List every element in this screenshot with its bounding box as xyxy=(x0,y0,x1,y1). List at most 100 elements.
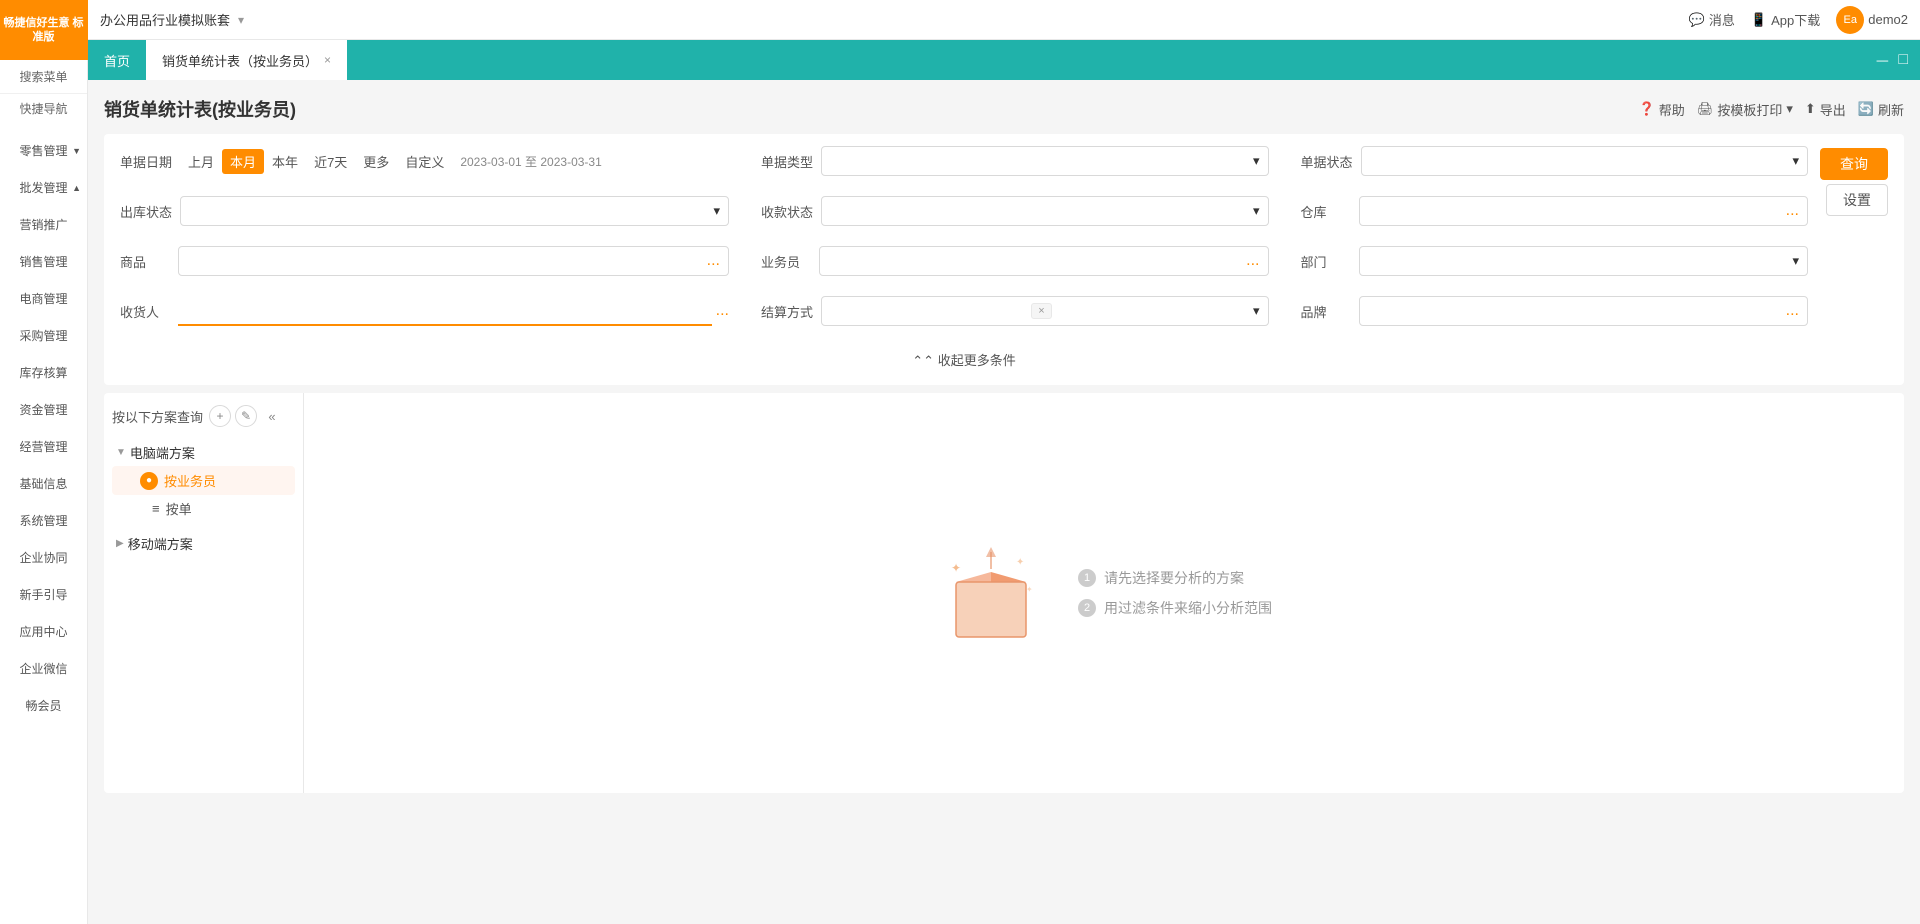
sidebar-item-marketing[interactable]: 营销推广 xyxy=(0,206,87,243)
right-panel: ✦ ✦ ✦ 1 请先选择要分析的方案 xyxy=(304,393,1904,793)
tab-close-btn[interactable]: × xyxy=(324,53,331,67)
main-layout: 按以下方案查询 + ✎ « ▼ 电脑端方案 ● 按业务员 xyxy=(104,393,1904,793)
page-title: 销货单统计表(按业务员) xyxy=(104,96,296,122)
brand-select[interactable]: ... xyxy=(1359,296,1809,326)
recv-status-label: 收款状态 xyxy=(761,202,813,221)
payment-label: 结算方式 xyxy=(761,302,813,321)
salesman-dots[interactable]: ... xyxy=(1246,252,1259,270)
collapse-btn[interactable]: ⌃⌃ 收起更多条件 xyxy=(120,346,1808,373)
salesman-select[interactable]: ... xyxy=(819,246,1269,276)
empty-state: ✦ ✦ ✦ 1 请先选择要分析的方案 xyxy=(936,537,1272,650)
add-scheme-btn[interactable]: + xyxy=(209,405,231,427)
print-dropdown-arrow: ▾ xyxy=(1786,101,1793,117)
goods-select[interactable]: ... xyxy=(178,246,729,276)
tip-num-2: 2 xyxy=(1078,599,1096,617)
date-filter-item: 单据日期 上月 本月 本年 近7天 更多 自定义 2023-03-01 至 20… xyxy=(120,149,729,174)
sidebar-item-basic[interactable]: 基础信息 xyxy=(0,465,87,502)
payment-arrow: ▾ xyxy=(1253,303,1260,319)
sidebar-item-enterprise[interactable]: 企业协同 xyxy=(0,539,87,576)
date-this-month-btn[interactable]: 本月 xyxy=(222,149,264,174)
date-7days-btn[interactable]: 近7天 xyxy=(306,149,355,174)
tip-num-1: 1 xyxy=(1078,569,1096,587)
sidebar-item-appcenter[interactable]: 应用中心 xyxy=(0,613,87,650)
goods-label: 商品 xyxy=(120,252,170,271)
app-download-btn[interactable]: 📱 App下载 xyxy=(1751,10,1820,29)
template-print-btn[interactable]: 🖨 按模板打印 ▾ xyxy=(1697,100,1793,119)
date-prev-month-btn[interactable]: 上月 xyxy=(180,149,222,174)
message-icon: 💬 xyxy=(1689,12,1705,28)
date-this-year-btn[interactable]: 本年 xyxy=(264,149,306,174)
action-buttons: 查询 设置 xyxy=(1820,146,1888,216)
export-btn[interactable]: ⬆ 导出 xyxy=(1805,100,1846,119)
svg-text:✦: ✦ xyxy=(1026,585,1033,594)
salesperson-scheme-item[interactable]: ● 按业务员 xyxy=(112,466,295,495)
left-panel-actions: + ✎ « xyxy=(209,405,283,427)
sidebar-item-wholesale[interactable]: 批发管理 xyxy=(0,169,87,206)
payment-select[interactable]: × ▾ xyxy=(821,296,1268,326)
pc-scheme-header[interactable]: ▼ 电脑端方案 xyxy=(112,439,295,466)
dept-select[interactable]: ▾ xyxy=(1359,246,1809,276)
payment-filter-item: 结算方式 × ▾ xyxy=(761,296,1269,326)
dept-label: 部门 xyxy=(1301,252,1351,271)
payment-tag-close[interactable]: × xyxy=(1038,305,1044,317)
sidebar-search[interactable]: 搜索菜单 xyxy=(0,60,87,94)
consignee-dots[interactable]: ... xyxy=(716,302,729,320)
by-order-icon: ≡ xyxy=(152,501,160,516)
by-order-item[interactable]: ≡ 按单 xyxy=(112,495,295,522)
date-label: 单据日期 xyxy=(120,152,172,171)
refresh-btn[interactable]: 🔄 刷新 xyxy=(1858,100,1904,119)
collapse-panel-btn[interactable]: « xyxy=(261,405,283,427)
sidebar-item-system[interactable]: 系统管理 xyxy=(0,502,87,539)
tab-maximize-btn[interactable]: □ xyxy=(1898,51,1908,69)
filter-panel: 单据日期 上月 本月 本年 近7天 更多 自定义 2023-03-01 至 20… xyxy=(104,134,1904,385)
topbar-dropdown-arrow[interactable]: ▾ xyxy=(238,13,244,27)
sidebar-item-member[interactable]: 畅会员 xyxy=(0,687,87,724)
recv-status-arrow: ▾ xyxy=(1253,203,1260,219)
mobile-scheme-header[interactable]: ▶ 移动端方案 xyxy=(112,530,295,557)
doc-type-select[interactable]: ▾ xyxy=(821,146,1268,176)
edit-scheme-btn[interactable]: ✎ xyxy=(235,405,257,427)
consignee-input[interactable] xyxy=(178,296,712,326)
date-custom-btn[interactable]: 自定义 xyxy=(397,149,452,174)
refresh-label: 刷新 xyxy=(1878,100,1904,119)
sidebar-item-retail[interactable]: 零售管理 xyxy=(0,132,87,169)
empty-tip-2: 2 用过滤条件来缩小分析范围 xyxy=(1078,598,1272,618)
tab-sales-stats[interactable]: 销货单统计表（按业务员） × xyxy=(146,40,347,80)
tab-home[interactable]: 首页 xyxy=(88,40,146,80)
message-btn[interactable]: 💬 消息 xyxy=(1689,10,1735,29)
goods-dots[interactable]: ... xyxy=(707,252,720,270)
topbar-title: 办公用品行业模拟账套 xyxy=(100,10,230,29)
sidebar-item-finance[interactable]: 资金管理 xyxy=(0,391,87,428)
empty-tip-1: 1 请先选择要分析的方案 xyxy=(1078,568,1272,588)
help-btn[interactable]: ❓ 帮助 xyxy=(1639,100,1685,119)
brand-dots[interactable]: ... xyxy=(1786,302,1799,320)
pc-section-label: 电脑端方案 xyxy=(130,443,195,462)
date-more-btn[interactable]: 更多 xyxy=(355,149,397,174)
sidebar-item-wechat[interactable]: 企业微信 xyxy=(0,650,87,687)
user-name-label: demo2 xyxy=(1868,12,1908,27)
doc-status-select[interactable]: ▾ xyxy=(1361,146,1808,176)
dept-arrow: ▾ xyxy=(1792,253,1799,269)
mobile-section-label: 移动端方案 xyxy=(128,534,193,553)
mobile-section-arrow: ▶ xyxy=(116,538,124,549)
warehouse-dots[interactable]: ... xyxy=(1786,202,1799,220)
sidebar-item-inventory[interactable]: 库存核算 xyxy=(0,354,87,391)
settings-btn[interactable]: 设置 xyxy=(1826,184,1888,216)
doc-status-filter-item: 单据状态 ▾ xyxy=(1301,146,1809,176)
warehouse-select[interactable]: ... xyxy=(1359,196,1809,226)
filter-consignee-row: 收货人 ... 结算方式 × ▾ xyxy=(120,296,1808,326)
brand-label: 品牌 xyxy=(1301,302,1351,321)
sidebar-quicknav[interactable]: 快捷导航 xyxy=(0,94,87,123)
sidebar-item-purchase[interactable]: 采购管理 xyxy=(0,317,87,354)
user-profile-btn[interactable]: Ea demo2 xyxy=(1836,6,1908,34)
out-status-select[interactable]: ▾ xyxy=(180,196,729,226)
filter-date-row: 单据日期 上月 本月 本年 近7天 更多 自定义 2023-03-01 至 20… xyxy=(120,146,1808,176)
tab-minimize-btn[interactable]: － xyxy=(1874,48,1890,72)
sidebar-item-newbie[interactable]: 新手引导 xyxy=(0,576,87,613)
refresh-icon: 🔄 xyxy=(1858,101,1874,117)
sidebar-item-ecommerce[interactable]: 电商管理 xyxy=(0,280,87,317)
query-btn[interactable]: 查询 xyxy=(1820,148,1888,180)
sidebar-item-operation[interactable]: 经营管理 xyxy=(0,428,87,465)
recv-status-select[interactable]: ▾ xyxy=(821,196,1268,226)
sidebar-item-sales[interactable]: 销售管理 xyxy=(0,243,87,280)
